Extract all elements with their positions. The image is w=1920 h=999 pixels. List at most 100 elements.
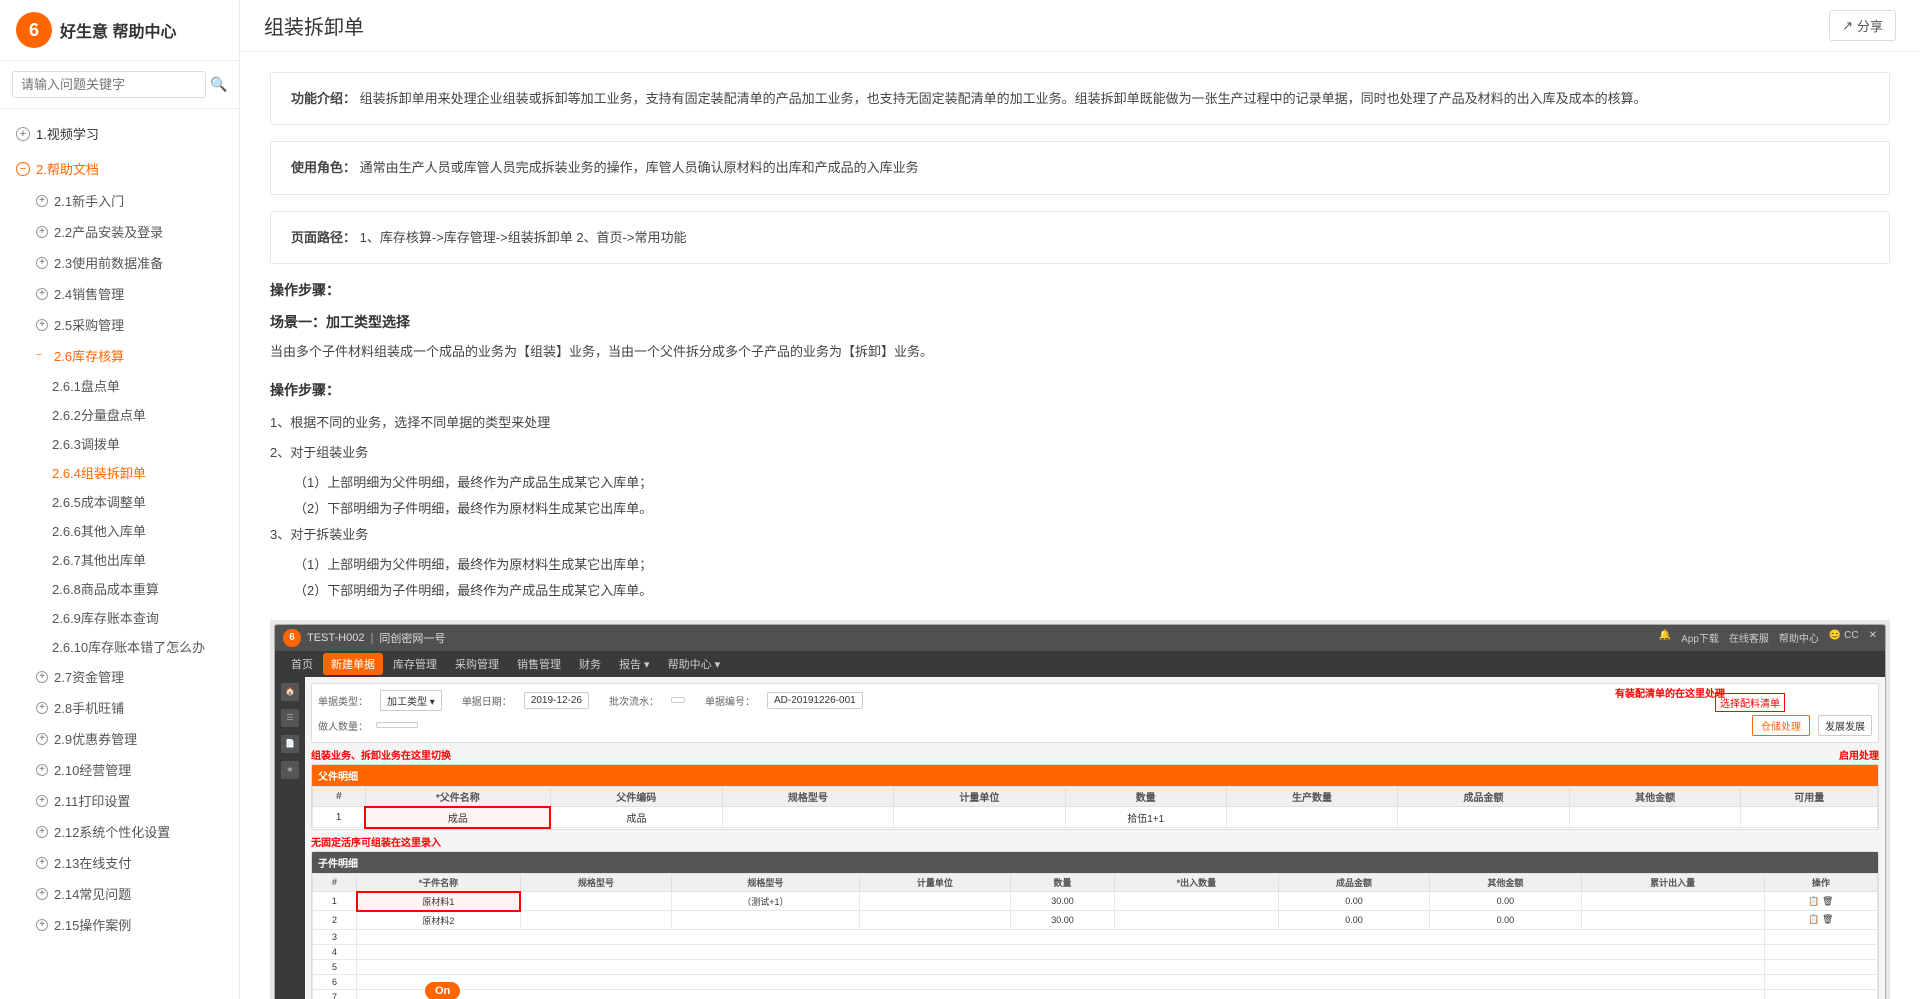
form-warehouse-btn[interactable]: 仓储处理 bbox=[1752, 715, 1810, 736]
top-table: # *父件名称 父件编码 规格型号 计量单位 数量 生产数量 成品金额 其他金额 bbox=[312, 786, 1878, 829]
btd-spec1b: （测试+1） bbox=[672, 892, 859, 911]
sub-plus-icon: + bbox=[36, 826, 48, 838]
role-text: 通常由生产人员或库管人员完成拆装业务的操作，库管人员确认原材料的出库和产成品的入… bbox=[360, 160, 919, 175]
app-separator: | bbox=[370, 632, 373, 644]
sidebar-leaf-269[interactable]: 2.6.9库存账本查询 bbox=[0, 603, 239, 632]
main-content: 组装拆卸单 ↗ 分享 功能介绍： 组装拆卸单用来处理企业组装或拆卸等加工业务，支… bbox=[240, 0, 1920, 999]
op-copy-icon[interactable]: 📋 bbox=[1808, 896, 1819, 906]
minus-icon: − bbox=[16, 162, 30, 176]
sidebar-item-mgmt[interactable]: + 2.10经营管理 bbox=[0, 754, 239, 785]
sidebar-item-cases[interactable]: + 2.15操作案例 bbox=[0, 909, 239, 940]
btd-op1[interactable]: 📋 🗑 bbox=[1764, 892, 1877, 911]
sidebar-section-2: − 2.帮助文档 + 2.1新手入门 + 2.2产品安装及登录 + 2.3使用前… bbox=[0, 152, 239, 940]
sidebar-section-1-label: 1.视频学习 bbox=[36, 124, 99, 143]
sidebar-item-payment[interactable]: + 2.13在线支付 bbox=[0, 847, 239, 878]
sidebar-leaf-262[interactable]: 2.6.2分量盘点单 bbox=[0, 400, 239, 429]
sidebar-item-finance[interactable]: + 2.7资金管理 bbox=[0, 661, 239, 692]
sidebar-leaf-264[interactable]: 2.6.4组装拆卸单 bbox=[0, 458, 239, 487]
btd-seq3: 3 bbox=[313, 929, 357, 944]
annotation-auto-row: 无固定活序可组装在这里录入 bbox=[311, 834, 1879, 849]
sidebar-leaf-2610[interactable]: 2.6.10库存账本错了怎么办 bbox=[0, 632, 239, 661]
sidebar-item-faq[interactable]: + 2.14常见问题 bbox=[0, 878, 239, 909]
sub-plus-icon: + bbox=[36, 195, 48, 207]
bth-cumul: 累计出入量 bbox=[1581, 873, 1764, 892]
nav-report[interactable]: 报告 ▾ bbox=[611, 653, 658, 675]
minus-icon-small: − bbox=[36, 350, 48, 362]
sidebar-leaf-266[interactable]: 2.6.6其他入库单 bbox=[0, 516, 239, 545]
sidebar-item-mobile[interactable]: + 2.8手机旺铺 bbox=[0, 692, 239, 723]
nav-inventory[interactable]: 库存管理 bbox=[385, 653, 445, 675]
btd-cumul1 bbox=[1581, 892, 1764, 911]
sidebar-section-2-label: 2.帮助文档 bbox=[36, 159, 99, 178]
sidebar-leaf-267[interactable]: 2.6.7其他出库单 bbox=[0, 545, 239, 574]
sidebar-leaf-263[interactable]: 2.6.3调拨单 bbox=[0, 429, 239, 458]
sidebar-item-video-learning[interactable]: + 1.视频学习 bbox=[0, 117, 239, 150]
nav-home[interactable]: 首页 bbox=[283, 653, 321, 675]
sidebar-leaf-261[interactable]: 2.6.1盘点单 bbox=[0, 371, 239, 400]
top-bar: 组装拆卸单 ↗ 分享 bbox=[240, 0, 1920, 52]
btd-op2[interactable]: 📋 🗑 bbox=[1764, 911, 1877, 930]
op2-del-icon[interactable]: 🗑 bbox=[1822, 914, 1833, 924]
td-prod-qty bbox=[1226, 807, 1398, 828]
nav-helpcenter[interactable]: 帮助中心 ▾ bbox=[660, 653, 729, 675]
bottom-table-row-2: 2 原材料2 30.00 0.00 0.00 bbox=[313, 911, 1878, 930]
btd-other2: 0.00 bbox=[1430, 911, 1581, 930]
search-area: 🔍 bbox=[0, 61, 239, 109]
app-logo: 6 bbox=[16, 12, 52, 48]
form-batch-label: 批次流水： bbox=[609, 693, 659, 708]
sidebar-item-help-docs[interactable]: − 2.帮助文档 bbox=[0, 152, 239, 185]
bottom-table-section-label: 子件明细 bbox=[312, 852, 1878, 873]
nav-purchase[interactable]: 采购管理 bbox=[447, 653, 507, 675]
sidebar-item-sales[interactable]: + 2.4销售管理 bbox=[0, 278, 239, 309]
sidebar-leaf-268[interactable]: 2.6.8商品成本重算 bbox=[0, 574, 239, 603]
btd-seq7: 7 bbox=[313, 989, 357, 999]
search-button[interactable]: 🔍 bbox=[206, 72, 231, 97]
share-label: 分享 bbox=[1857, 16, 1883, 35]
bottom-table-wrapper: 子件明细 # *子件名称 规格型号 规格型号 计量单位 数 bbox=[311, 851, 1879, 999]
btd-seq4: 4 bbox=[313, 944, 357, 959]
nav-new-doc[interactable]: 新建单据 bbox=[323, 653, 383, 675]
sidebar-item-print[interactable]: + 2.11打印设置 bbox=[0, 785, 239, 816]
bth-io-qty: *出入数量 bbox=[1115, 873, 1279, 892]
sidebar-leaf-265[interactable]: 2.6.5成本调整单 bbox=[0, 487, 239, 516]
nav-sales[interactable]: 销售管理 bbox=[509, 653, 569, 675]
share-button[interactable]: ↗ 分享 bbox=[1829, 10, 1896, 41]
icon-list: ☰ bbox=[281, 709, 299, 727]
op-del-icon[interactable]: 🗑 bbox=[1822, 896, 1833, 906]
th-spec: 规格型号 bbox=[722, 786, 894, 807]
icon-home: 🏠 bbox=[281, 683, 299, 701]
form-num-input[interactable] bbox=[376, 722, 418, 728]
nav-list: + 1.视频学习 − 2.帮助文档 + 2.1新手入门 + 2.2产品安装及登录 bbox=[0, 109, 239, 999]
btd-op7 bbox=[1764, 989, 1877, 999]
th-parent-name: *父件名称 bbox=[365, 786, 550, 807]
form-date-input[interactable]: 2019-12-26 bbox=[524, 692, 589, 709]
content-area: 功能介绍： 组装拆卸单用来处理企业组装或拆卸等加工业务，支持有固定装配清单的产品… bbox=[240, 52, 1920, 999]
bottom-table-row-4: 4 bbox=[313, 944, 1878, 959]
sidebar-item-inventory[interactable]: − 2.6库存核算 bbox=[0, 340, 239, 371]
topbar-apps: App下载 bbox=[1681, 630, 1719, 645]
sidebar-item-customize[interactable]: + 2.12系统个性化设置 bbox=[0, 816, 239, 847]
app-sidebar-icons: 🏠 ☰ 📄 ★ bbox=[275, 677, 305, 999]
form-save-btn[interactable]: 发展发展 bbox=[1818, 715, 1872, 736]
step-2: 2、对于组装业务 bbox=[270, 440, 1890, 466]
form-type-select[interactable]: 加工类型 ▾ bbox=[380, 690, 442, 711]
form-docno-input[interactable]: AD-20191226-001 bbox=[767, 692, 863, 709]
form-batch-input[interactable] bbox=[671, 697, 685, 703]
search-input[interactable] bbox=[12, 71, 206, 98]
scenario1-desc: 当由多个子件材料组装成一个成品的业务为【组装】业务，当由一个父件拆分成多个子产品… bbox=[270, 340, 1890, 363]
nav-finance[interactable]: 财务 bbox=[571, 653, 609, 675]
th-seq: # bbox=[313, 786, 366, 807]
role-block: 使用角色： 通常由生产人员或库管人员完成拆装业务的操作，库管人员确认原材料的出库… bbox=[270, 141, 1890, 194]
topbar-close[interactable]: ✕ bbox=[1869, 630, 1877, 645]
bottom-table-row-6: 6 bbox=[313, 974, 1878, 989]
sidebar-item-install[interactable]: + 2.2产品安装及登录 bbox=[0, 216, 239, 247]
icon-star: ★ bbox=[281, 761, 299, 779]
topbar-help: 帮助中心 bbox=[1779, 630, 1819, 645]
btd-qty2: 30.00 bbox=[1011, 911, 1115, 930]
op2-copy-icon[interactable]: 📋 bbox=[1808, 914, 1819, 924]
app-name: 好生意 帮助中心 bbox=[60, 18, 176, 42]
sidebar-item-purchase[interactable]: + 2.5采购管理 bbox=[0, 309, 239, 340]
sidebar-item-data-prep[interactable]: + 2.3使用前数据准备 bbox=[0, 247, 239, 278]
sidebar-item-coupon[interactable]: + 2.9优惠券管理 bbox=[0, 723, 239, 754]
sidebar-item-newbie[interactable]: + 2.1新手入门 bbox=[0, 185, 239, 216]
